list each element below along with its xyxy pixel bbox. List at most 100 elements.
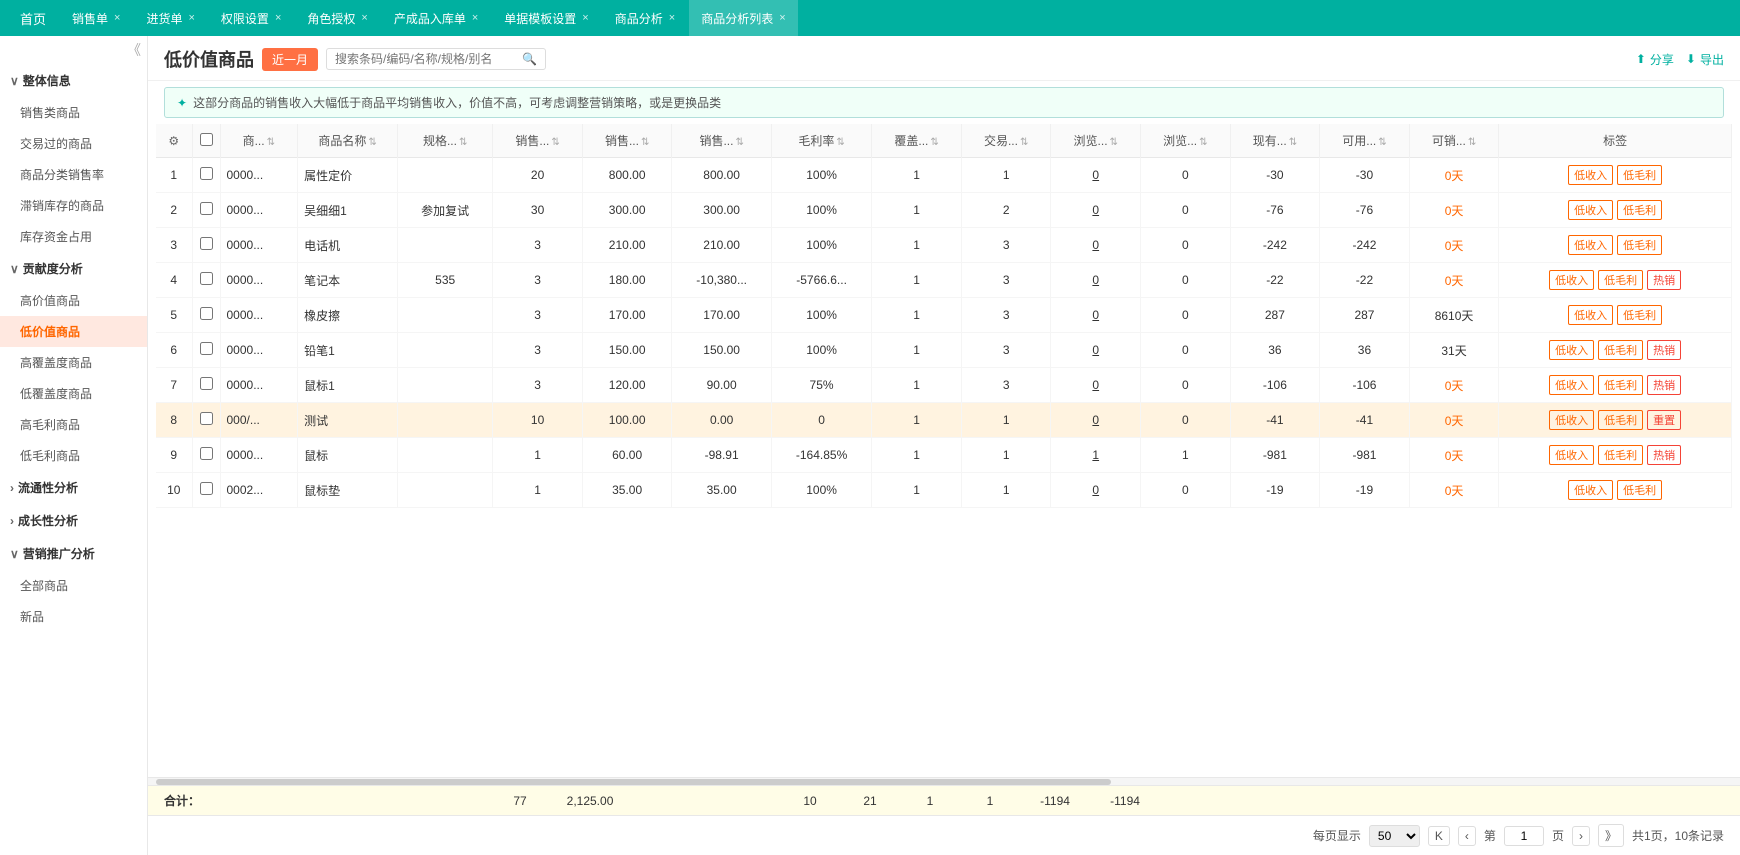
view1-link[interactable]: 0: [1092, 168, 1099, 182]
sidebar-item-category-sales[interactable]: 商品分类销售率: [0, 159, 147, 190]
nav-analysis-list-close[interactable]: ×: [779, 12, 785, 24]
view1-link[interactable]: 0: [1092, 378, 1099, 392]
row-checkbox-cell[interactable]: [192, 228, 220, 263]
sidebar-item-inventory-capital[interactable]: 库存资金占用: [0, 221, 147, 252]
row-view1[interactable]: 0: [1051, 333, 1141, 368]
nav-permissions[interactable]: 权限设置 ×: [209, 0, 293, 36]
col-name[interactable]: 商品名称⇅: [298, 124, 398, 158]
sidebar-item-high-cover[interactable]: 高覆盖度商品: [0, 347, 147, 378]
nav-products-close[interactable]: ×: [472, 12, 478, 24]
row-view1[interactable]: 0: [1051, 158, 1141, 193]
sidebar-section-flow[interactable]: › 流通性分析: [0, 471, 147, 504]
row-checkbox[interactable]: [200, 167, 213, 180]
row-checkbox[interactable]: [200, 377, 213, 390]
sidebar-item-high-value[interactable]: 高价值商品: [0, 285, 147, 316]
row-checkbox-cell[interactable]: [192, 263, 220, 298]
row-checkbox[interactable]: [200, 237, 213, 250]
view1-link[interactable]: 1: [1092, 448, 1099, 462]
col-spec[interactable]: 规格...⇅: [398, 124, 493, 158]
nav-roles-close[interactable]: ×: [361, 12, 367, 24]
sidebar-section-contribution[interactable]: ∨ 贡献度分析: [0, 252, 147, 285]
row-checkbox[interactable]: [200, 482, 213, 495]
filter-recent-month-btn[interactable]: 近一月: [262, 48, 318, 71]
table-scrollbar[interactable]: [148, 777, 1740, 785]
col-amount[interactable]: 销售...⇅: [582, 124, 672, 158]
sidebar-section-marketing[interactable]: ∨ 营销推广分析: [0, 537, 147, 570]
sidebar-item-all-goods[interactable]: 全部商品: [0, 570, 147, 601]
nav-permissions-close[interactable]: ×: [275, 12, 281, 24]
nav-analysis-close[interactable]: ×: [669, 12, 675, 24]
nav-templates-close[interactable]: ×: [582, 12, 588, 24]
nav-purchase[interactable]: 进货单 ×: [134, 0, 206, 36]
row-checkbox[interactable]: [200, 307, 213, 320]
col-settings[interactable]: ⚙: [156, 124, 192, 158]
col-cover[interactable]: 覆盖...⇅: [872, 124, 962, 158]
search-box[interactable]: 🔍: [326, 48, 546, 70]
sidebar-item-low-margin[interactable]: 低毛利商品: [0, 440, 147, 471]
row-checkbox-cell[interactable]: [192, 158, 220, 193]
col-code[interactable]: 商...⇅: [220, 124, 298, 158]
row-checkbox-cell[interactable]: [192, 193, 220, 228]
sidebar-section-overview[interactable]: ∨ 整体信息: [0, 64, 147, 97]
row-view1[interactable]: 0: [1051, 298, 1141, 333]
row-checkbox-cell[interactable]: [192, 438, 220, 473]
col-view2[interactable]: 浏览...⇅: [1141, 124, 1231, 158]
table-container[interactable]: ⚙ 商...⇅ 商品名称⇅ 规格...⇅ 销售...⇅ 销售...⇅ 销售...…: [148, 124, 1740, 777]
prev-page-btn[interactable]: ‹: [1458, 826, 1476, 846]
row-checkbox-cell[interactable]: [192, 333, 220, 368]
nav-sales-close[interactable]: ×: [114, 12, 120, 24]
last-page-btn[interactable]: 》: [1598, 824, 1624, 847]
per-page-select[interactable]: 50 100 200: [1369, 825, 1420, 847]
row-checkbox-cell[interactable]: [192, 473, 220, 508]
col-trade[interactable]: 交易...⇅: [961, 124, 1051, 158]
view1-link[interactable]: 0: [1092, 308, 1099, 322]
col-view1[interactable]: 浏览...⇅: [1051, 124, 1141, 158]
sidebar-item-slow-goods[interactable]: 滞销库存的商品: [0, 190, 147, 221]
row-checkbox[interactable]: [200, 412, 213, 425]
view1-link[interactable]: 0: [1092, 203, 1099, 217]
nav-templates[interactable]: 单据模板设置 ×: [492, 0, 600, 36]
row-checkbox[interactable]: [200, 202, 213, 215]
col-qty[interactable]: 销售...⇅: [493, 124, 583, 158]
row-checkbox-cell[interactable]: [192, 368, 220, 403]
next-page-btn[interactable]: ›: [1572, 826, 1590, 846]
row-checkbox[interactable]: [200, 447, 213, 460]
nav-sales[interactable]: 销售单 ×: [60, 0, 132, 36]
search-icon[interactable]: 🔍: [522, 52, 537, 66]
view1-link[interactable]: 0: [1092, 273, 1099, 287]
col-margin[interactable]: 毛利率⇅: [771, 124, 871, 158]
export-btn[interactable]: ⬇ 导出: [1686, 51, 1724, 68]
first-page-btn[interactable]: K: [1428, 826, 1450, 846]
sidebar-section-growth[interactable]: › 成长性分析: [0, 504, 147, 537]
view1-link[interactable]: 0: [1092, 343, 1099, 357]
sidebar-collapse-btn[interactable]: 《: [127, 40, 141, 60]
select-all-checkbox[interactable]: [200, 133, 213, 146]
nav-analysis[interactable]: 商品分析 ×: [603, 0, 687, 36]
row-checkbox[interactable]: [200, 342, 213, 355]
nav-products[interactable]: 产成品入库单 ×: [382, 0, 490, 36]
view1-link[interactable]: 0: [1092, 413, 1099, 427]
col-cost[interactable]: 销售...⇅: [672, 124, 771, 158]
sidebar-item-high-margin[interactable]: 高毛利商品: [0, 409, 147, 440]
col-usable[interactable]: 可用...⇅: [1320, 124, 1410, 158]
nav-roles[interactable]: 角色授权 ×: [295, 0, 379, 36]
row-view1[interactable]: 0: [1051, 228, 1141, 263]
sidebar-item-traded-goods[interactable]: 交易过的商品: [0, 128, 147, 159]
sidebar-item-new-goods[interactable]: 新品: [0, 601, 147, 632]
nav-home[interactable]: 首页: [8, 0, 58, 36]
settings-icon[interactable]: ⚙: [168, 134, 179, 148]
sidebar-item-low-cover[interactable]: 低覆盖度商品: [0, 378, 147, 409]
page-input[interactable]: [1504, 826, 1544, 846]
sidebar-item-sales-goods[interactable]: 销售类商品: [0, 97, 147, 128]
view1-link[interactable]: 0: [1092, 483, 1099, 497]
nav-analysis-list[interactable]: 商品分析列表 ×: [689, 0, 797, 36]
row-checkbox-cell[interactable]: [192, 298, 220, 333]
search-input[interactable]: [335, 52, 522, 66]
row-view1[interactable]: 0: [1051, 193, 1141, 228]
nav-purchase-close[interactable]: ×: [188, 12, 194, 24]
row-view1[interactable]: 0: [1051, 403, 1141, 438]
row-checkbox[interactable]: [200, 272, 213, 285]
row-view1[interactable]: 0: [1051, 368, 1141, 403]
row-view1[interactable]: 1: [1051, 438, 1141, 473]
view1-link[interactable]: 0: [1092, 238, 1099, 252]
